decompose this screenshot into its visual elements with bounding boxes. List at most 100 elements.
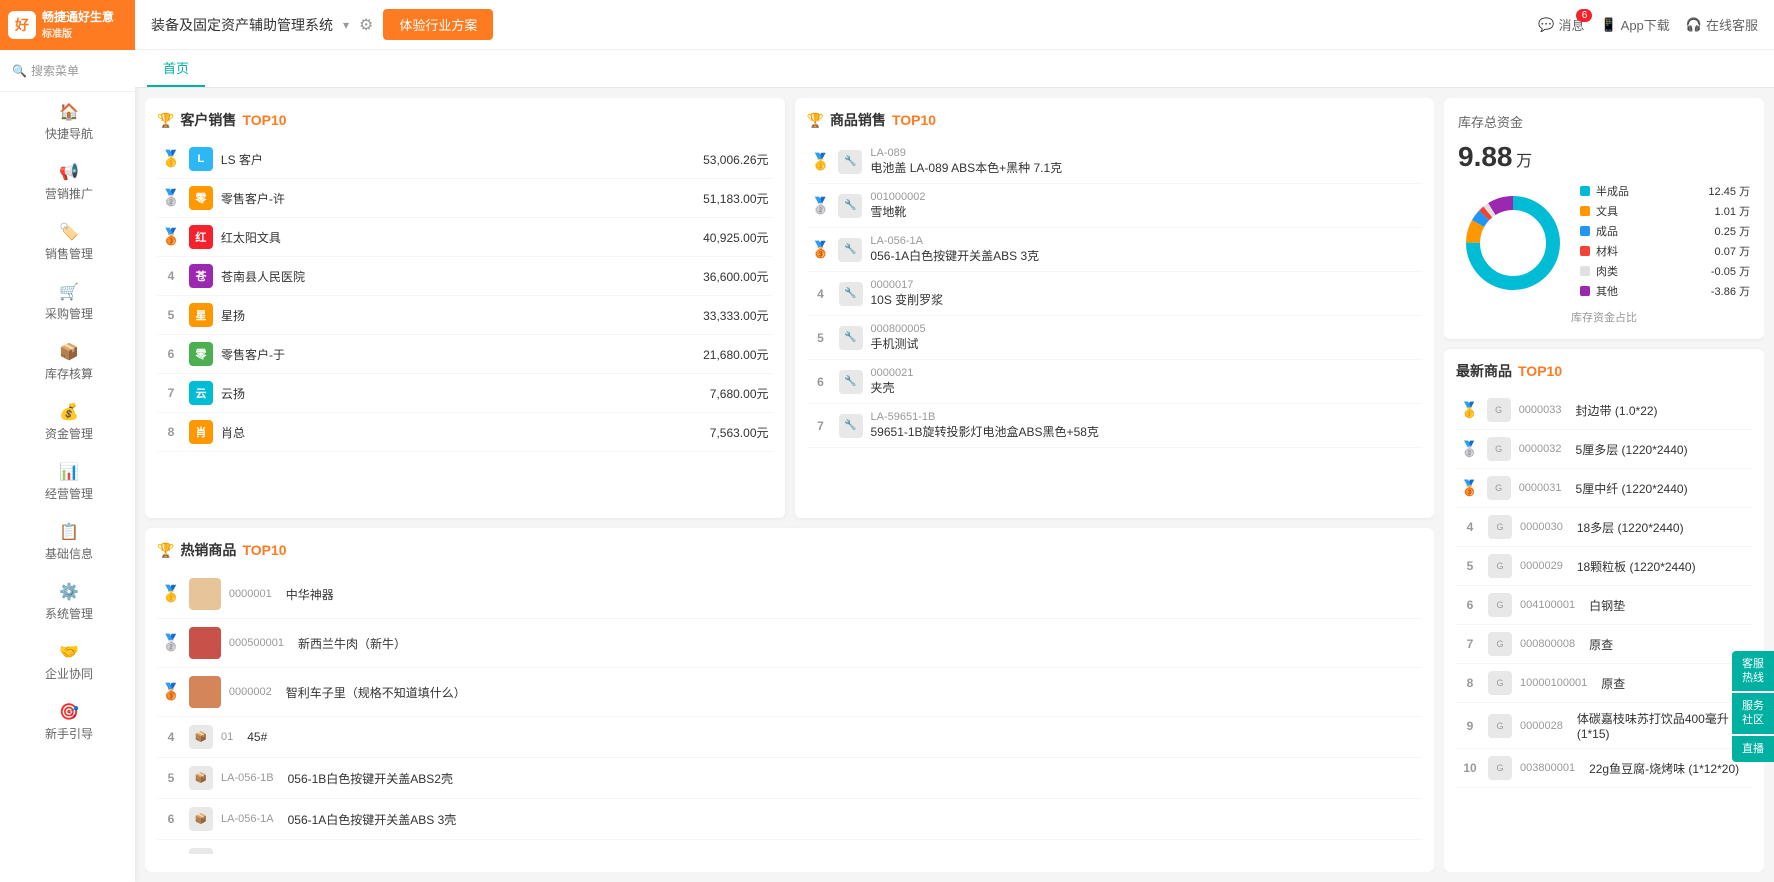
sidebar-item-label: 基础信息 bbox=[45, 545, 93, 562]
inventory-subtitle: 库存资金占比 bbox=[1458, 309, 1750, 325]
medal-icon: 🥈 bbox=[811, 196, 831, 216]
product-ranking-item: 4 🔧 0000017 10S 变削罗浆 bbox=[807, 272, 1423, 316]
hot-product-item: 6 📦 LA-056-1A 056-1A白色按键开关盖ABS 3壳 bbox=[157, 799, 1422, 840]
trial-button[interactable]: 体验行业方案 bbox=[383, 9, 493, 40]
online-service-button[interactable]: 🎧 在线客服 bbox=[1686, 15, 1758, 34]
medal-icon: 🥇 bbox=[1460, 401, 1479, 419]
customer-ranking-item: 4 苍 苍南县人民医院 36,600.00元 bbox=[157, 257, 773, 296]
customer-avatar: 云 bbox=[189, 381, 213, 405]
tab-home[interactable]: 首页 bbox=[147, 50, 205, 87]
float-community[interactable]: 服务社区 bbox=[1732, 693, 1774, 734]
medal-icon: 🥉 bbox=[811, 240, 831, 260]
marketing-icon: 📢 bbox=[59, 162, 79, 182]
product-icon: G bbox=[1488, 593, 1512, 617]
sidebar-nav: 🏠 快捷导航 📢 营销推广 🏷️ 销售管理 🛒 采购管理 📦 库存核算 💰 资金… bbox=[0, 92, 135, 882]
float-live[interactable]: 直播 bbox=[1732, 736, 1774, 762]
product-ranking-item: 🥈 🔧 001000002 雪地靴 bbox=[807, 184, 1423, 228]
search-label: 搜索菜单 bbox=[31, 62, 79, 79]
inventory-icon: 📦 bbox=[59, 342, 79, 362]
product-name: 雪地靴 bbox=[870, 203, 1418, 220]
float-hotline[interactable]: 客服热线 bbox=[1732, 651, 1774, 692]
sidebar-item-cooperation[interactable]: 🤝 企业协同 bbox=[0, 632, 135, 692]
legend-name: 文具 bbox=[1596, 203, 1709, 219]
medal-icon: 🥉 bbox=[1460, 479, 1479, 497]
sidebar-item-marketing[interactable]: 📢 营销推广 bbox=[0, 152, 135, 212]
legend-color bbox=[1580, 206, 1590, 216]
customer-name: 零售客户-许 bbox=[221, 190, 695, 207]
search-trigger[interactable]: 🔍 搜索菜单 bbox=[8, 58, 127, 83]
sidebar-search-container[interactable]: 🔍 搜索菜单 bbox=[0, 50, 135, 92]
dropdown-icon[interactable]: ▾ bbox=[343, 18, 349, 32]
trophy-icon: 🏆 bbox=[157, 112, 174, 129]
customer-name: 红太阳文具 bbox=[221, 229, 695, 246]
product-code: 10000100001 bbox=[1520, 677, 1587, 689]
product-icon: G bbox=[1488, 756, 1512, 780]
product-icon: 🔧 bbox=[839, 282, 863, 306]
sidebar-item-inventory[interactable]: 📦 库存核算 bbox=[0, 332, 135, 392]
new-products-title: 最新商品 TOP10 bbox=[1456, 361, 1752, 381]
customer-value: 40,925.00元 bbox=[703, 229, 768, 246]
message-icon: 💬 bbox=[1538, 17, 1554, 33]
sidebar-item-operation[interactable]: 📊 经营管理 bbox=[0, 452, 135, 512]
middle-section: 🏆 客户销售 TOP10 🥇 L LS 客户 53,006.26元 🥈 零 零售… bbox=[145, 98, 1434, 872]
medal-icon: 🥉 bbox=[161, 682, 181, 702]
product-info: 001000002 雪地靴 bbox=[870, 191, 1418, 220]
product-name: 封边带 (1.0*22) bbox=[1576, 402, 1658, 419]
legend-item: 材料 0.07 万 bbox=[1580, 243, 1750, 259]
sidebar-item-label: 销售管理 bbox=[45, 245, 93, 262]
sidebar-item-guide[interactable]: 🎯 新手引导 bbox=[0, 692, 135, 752]
customer-avatar: 零 bbox=[189, 342, 213, 366]
logo-title: 畅捷通好生意 bbox=[42, 10, 114, 24]
medal-icon: 🥈 bbox=[1460, 440, 1479, 458]
rank-number: 7 bbox=[1460, 637, 1480, 651]
new-product-item: 9 G 0000028 体碳嘉枝味苏打饮品400毫升 (1*15) bbox=[1456, 703, 1752, 749]
sidebar-item-sales[interactable]: 🏷️ 销售管理 bbox=[0, 212, 135, 272]
rank-number: 4 bbox=[161, 269, 181, 283]
rank-number: 4 bbox=[161, 730, 181, 744]
legend-name: 成品 bbox=[1596, 223, 1709, 239]
product-name: 中华神器 bbox=[286, 586, 334, 603]
product-code: 0000001 bbox=[229, 588, 272, 600]
legend-color bbox=[1580, 266, 1590, 276]
product-code: 0000030 bbox=[1520, 521, 1563, 533]
customer-ranking-item: 🥉 红 红太阳文具 40,925.00元 bbox=[157, 218, 773, 257]
rank-number: 6 bbox=[1460, 598, 1480, 612]
product-name: 10S 变削罗浆 bbox=[871, 291, 1419, 308]
legend-value: 1.01 万 bbox=[1715, 203, 1750, 219]
sidebar-item-system[interactable]: ⚙️ 系统管理 bbox=[0, 572, 135, 632]
rank-number: 6 bbox=[161, 347, 181, 361]
product-code: 0000032 bbox=[1519, 443, 1562, 455]
product-ranking-item: 🥉 🔧 LA-056-1A 056-1A白色按键开关盖ABS 3克 bbox=[807, 228, 1423, 272]
product-name: 056-1A白色按键开关盖ABS 3壳 bbox=[288, 811, 457, 828]
app-download-button[interactable]: 📱 App下载 bbox=[1600, 15, 1669, 34]
sidebar-item-purchase[interactable]: 🛒 采购管理 bbox=[0, 272, 135, 332]
product-name: 原查 bbox=[1601, 675, 1625, 692]
sidebar-item-basic[interactable]: 📋 基础信息 bbox=[0, 512, 135, 572]
float-service: 客服热线 服务社区 直播 bbox=[1732, 651, 1774, 762]
rank-number: 10 bbox=[1460, 761, 1480, 775]
legend-name: 半成品 bbox=[1596, 183, 1702, 199]
sidebar-item-label: 经营管理 bbox=[45, 485, 93, 502]
product-icon: G bbox=[1488, 632, 1512, 656]
settings-icon[interactable]: ⚙ bbox=[359, 15, 373, 35]
product-name: 59651-1B旋转投影灯电池盒ABS黑色+58克 bbox=[871, 423, 1419, 440]
rank-number: 8 bbox=[161, 425, 181, 439]
product-ranking-item: 5 🔧 000800005 手机测试 bbox=[807, 316, 1423, 360]
rank-number: 4 bbox=[1460, 520, 1480, 534]
rank-number: 7 bbox=[811, 419, 831, 433]
sidebar-item-label: 新手引导 bbox=[45, 725, 93, 742]
customer-sales-panel: 🏆 客户销售 TOP10 🥇 L LS 客户 53,006.26元 🥈 零 零售… bbox=[145, 98, 785, 518]
product-icon: 🔧 bbox=[838, 194, 862, 218]
message-button[interactable]: 💬 消息 6 bbox=[1538, 15, 1584, 34]
sidebar-item-label: 采购管理 bbox=[45, 305, 93, 322]
product-sales-panel: 🏆 商品销售 TOP10 🥇 🔧 LA-089 电池盖 LA-089 ABS本色… bbox=[795, 98, 1435, 518]
sidebar-item-quick-nav[interactable]: 🏠 快捷导航 bbox=[0, 92, 135, 152]
hot-product-item: 7 📦 NB2.0X30B 2.0X30MM双搓花轴搓花直径2.1MM/ROHS bbox=[157, 840, 1422, 854]
legend-color bbox=[1580, 186, 1590, 196]
finance-icon: 💰 bbox=[59, 402, 79, 422]
product-code: 000800008 bbox=[1520, 638, 1575, 650]
product-code: LA-089 bbox=[870, 147, 1418, 159]
sidebar-item-finance[interactable]: 💰 资金管理 bbox=[0, 392, 135, 452]
customer-value: 7,680.00元 bbox=[710, 385, 769, 402]
product-icon: 🔧 bbox=[839, 414, 863, 438]
